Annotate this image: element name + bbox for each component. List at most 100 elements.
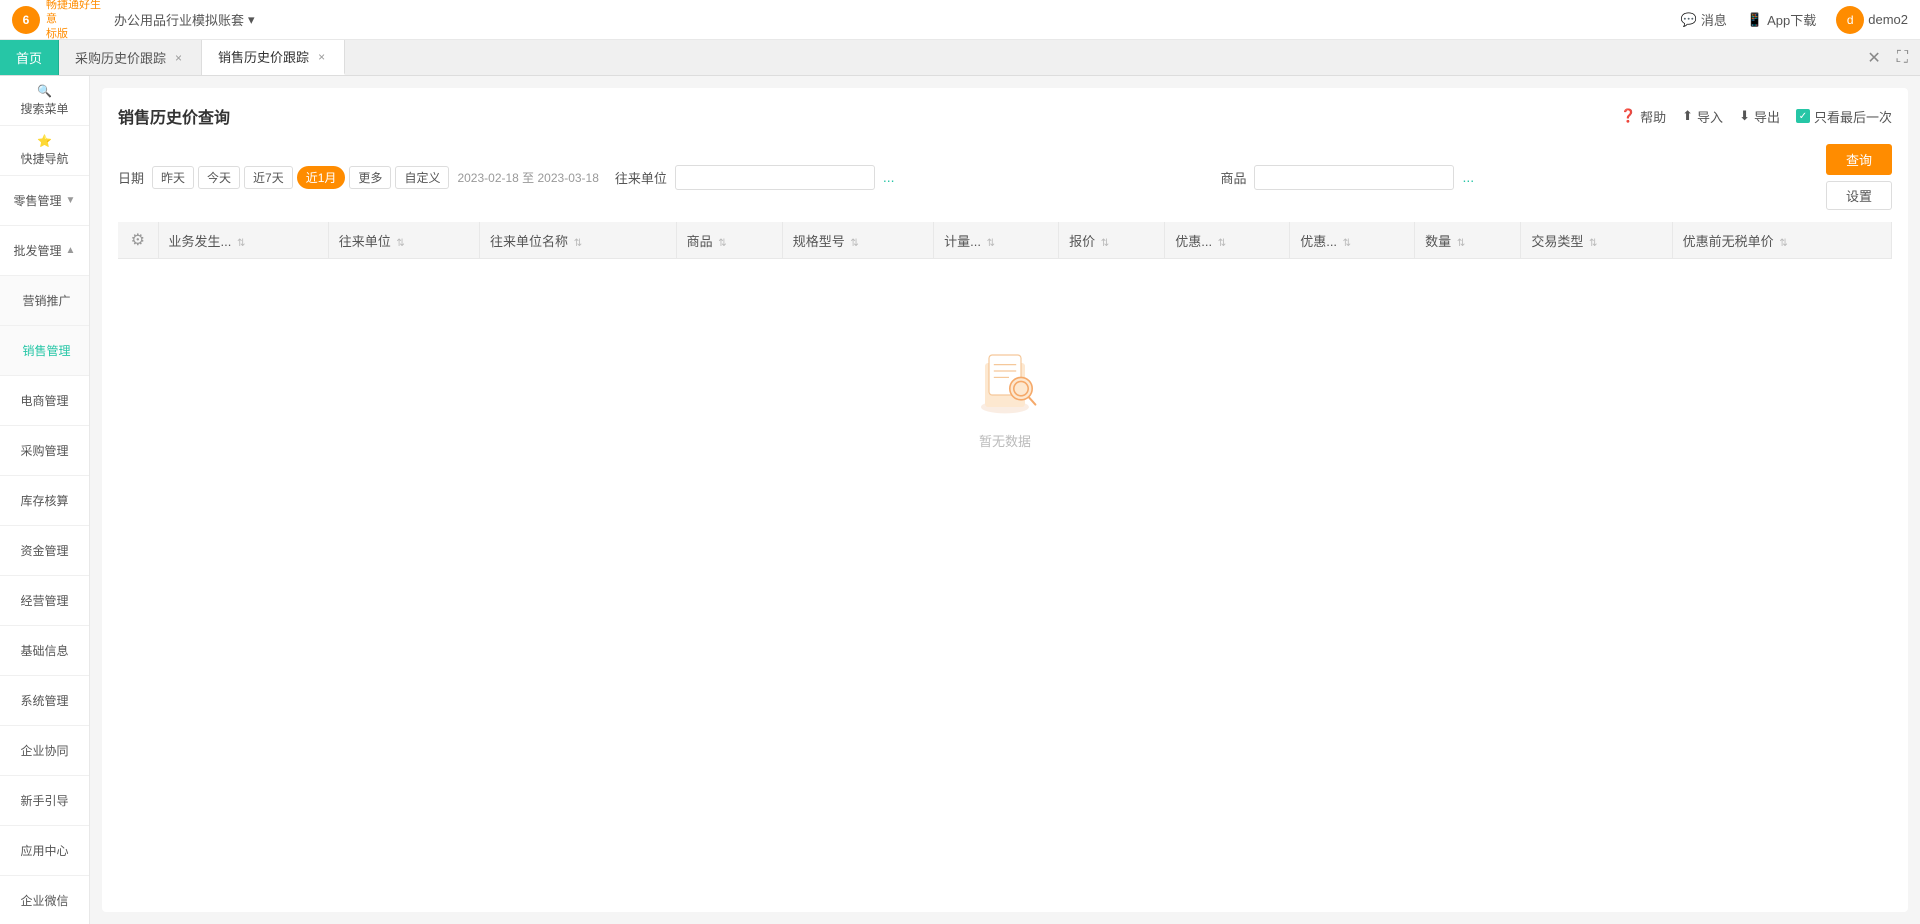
th-trade-type[interactable]: 交易类型 ⇅ xyxy=(1521,222,1672,259)
sort-icon: ⇅ xyxy=(1589,238,1597,249)
sort-icon: ⇅ xyxy=(237,238,245,249)
date-btn-custom[interactable]: 自定义 xyxy=(395,166,449,189)
customer-filter-group: 往来单位 ... xyxy=(615,165,1205,190)
logo-icon: 6 xyxy=(12,6,40,34)
th-biz-date[interactable]: 业务发生... ⇅ xyxy=(158,222,328,259)
th-pretax-price[interactable]: 优惠前无税单价 ⇅ xyxy=(1672,222,1891,259)
goods-input[interactable] xyxy=(1254,165,1454,190)
title-actions: ❓ 帮助 ⬆ 导入 ⬇ 导出 ✓ 只看最后一次 xyxy=(1620,107,1892,126)
date-range-text: 2023-02-18 至 2023-03-18 xyxy=(457,169,598,186)
sidebar: 🔍 搜索菜单 ⭐ 快捷导航 零售管理 ▼ 批发管理 ▲ 营销推广 销售管理 电商… xyxy=(0,76,90,924)
th-partner-name[interactable]: 往来单位名称 ⇅ xyxy=(480,222,677,259)
export-button[interactable]: ⬇ 导出 xyxy=(1739,107,1780,126)
sidebar-item-appstore[interactable]: 应用中心 xyxy=(0,826,89,876)
import-icon: ⬆ xyxy=(1682,108,1693,124)
filter-buttons: 查询 设置 xyxy=(1826,144,1892,210)
sidebar-item-search[interactable]: 🔍 搜索菜单 xyxy=(0,76,89,126)
sidebar-item-basic[interactable]: 基础信息 xyxy=(0,626,89,676)
sidebar-item-shortcut[interactable]: ⭐ 快捷导航 xyxy=(0,126,89,176)
user-menu[interactable]: d demo2 xyxy=(1836,6,1908,34)
customer-lookup-button[interactable]: ... xyxy=(883,169,895,185)
customer-label: 往来单位 xyxy=(615,168,667,187)
th-discount2[interactable]: 优惠... ⇅ xyxy=(1290,222,1415,259)
expand-button[interactable]: ⛶ xyxy=(1893,47,1912,69)
date-filter-group: 日期 昨天 今天 近7天 近1月 更多 自定义 2023-02-18 至 202… xyxy=(118,166,599,189)
app-download-button[interactable]: 📱 App下载 xyxy=(1747,10,1816,29)
sidebar-item-inventory[interactable]: 库存核算 xyxy=(0,476,89,526)
chevron-down-icon: ▼ xyxy=(66,195,76,206)
th-spec[interactable]: 规格型号 ⇅ xyxy=(782,222,933,259)
logo-area: 6 畅捷通好生意 标版 xyxy=(12,0,102,41)
sidebar-item-purchase[interactable]: 采购管理 xyxy=(0,426,89,476)
setting-button[interactable]: 设置 xyxy=(1826,181,1892,210)
goods-lookup-button[interactable]: ... xyxy=(1462,169,1474,185)
sidebar-item-wechat[interactable]: 企业微信 xyxy=(0,876,89,924)
chevron-up-icon: ▲ xyxy=(66,245,76,256)
message-button[interactable]: 💬 消息 xyxy=(1681,10,1727,29)
sort-icon: ⇅ xyxy=(1457,238,1465,249)
tab-sales[interactable]: 销售历史价跟踪 × xyxy=(202,40,345,75)
page-title: 销售历史价查询 xyxy=(118,104,230,128)
sidebar-item-retail[interactable]: 零售管理 ▼ xyxy=(0,176,89,226)
content-area: 销售历史价查询 ❓ 帮助 ⬆ 导入 ⬇ 导出 xyxy=(90,76,1920,924)
tab-home[interactable]: 首页 xyxy=(0,40,59,75)
logo-text: 畅捷通好生意 标版 xyxy=(46,0,102,41)
th-goods[interactable]: 商品 ⇅ xyxy=(676,222,782,259)
th-discount1[interactable]: 优惠... ⇅ xyxy=(1165,222,1290,259)
sort-icon: ⇅ xyxy=(987,238,995,249)
page-content: 销售历史价查询 ❓ 帮助 ⬆ 导入 ⬇ 导出 xyxy=(90,76,1920,924)
th-quoted-price[interactable]: 报价 ⇅ xyxy=(1059,222,1165,259)
export-icon: ⬇ xyxy=(1739,108,1750,124)
date-btn-yesterday[interactable]: 昨天 xyxy=(152,166,194,189)
goods-filter-group: 商品 ... xyxy=(1220,165,1810,190)
workspace-dropdown[interactable]: 办公用品行业模拟账套 ▾ xyxy=(102,10,1681,29)
tab-purchase[interactable]: 采购历史价跟踪 × xyxy=(59,40,202,75)
table-header: ⚙ 业务发生... ⇅ 往来单位 ⇅ 往来单位名称 xyxy=(118,222,1892,259)
date-options: 昨天 今天 近7天 近1月 更多 自定义 xyxy=(152,166,449,189)
tab-sales-close[interactable]: × xyxy=(315,49,328,65)
sort-icon: ⇅ xyxy=(850,238,858,249)
sidebar-item-ecommerce[interactable]: 电商管理 xyxy=(0,376,89,426)
sidebar-item-system[interactable]: 系统管理 xyxy=(0,676,89,726)
settings-icon[interactable]: ⚙ xyxy=(131,232,145,249)
empty-state-icon xyxy=(965,339,1045,419)
sidebar-item-wholesale[interactable]: 批发管理 ▲ xyxy=(0,226,89,276)
sidebar-item-enterprise[interactable]: 企业协同 xyxy=(0,726,89,776)
sort-icon: ⇅ xyxy=(1101,238,1109,249)
sidebar-item-sales-mgmt[interactable]: 销售管理 xyxy=(0,326,89,376)
header-right: 💬 消息 📱 App下载 d demo2 xyxy=(1681,6,1908,34)
empty-state: 暂无数据 xyxy=(118,259,1892,530)
only-last-checkbox[interactable]: ✓ xyxy=(1796,109,1810,123)
th-quantity[interactable]: 数量 ⇅ xyxy=(1415,222,1521,259)
avatar: d xyxy=(1836,6,1864,34)
customer-input[interactable] xyxy=(675,165,875,190)
query-button[interactable]: 查询 xyxy=(1826,144,1892,175)
sort-icon: ⇅ xyxy=(1343,238,1351,249)
close-all-tabs-button[interactable]: ✕ xyxy=(1863,46,1884,70)
sidebar-item-finance[interactable]: 资金管理 xyxy=(0,526,89,576)
app-icon: 📱 xyxy=(1747,12,1763,28)
tab-purchase-close[interactable]: × xyxy=(172,50,185,66)
sort-icon: ⇅ xyxy=(396,238,404,249)
chevron-down-icon: ▾ xyxy=(248,12,255,28)
date-btn-7days[interactable]: 近7天 xyxy=(244,166,293,189)
sort-icon: ⇅ xyxy=(718,238,726,249)
date-btn-1month[interactable]: 近1月 xyxy=(297,166,346,189)
th-unit[interactable]: 计量... ⇅ xyxy=(934,222,1059,259)
sidebar-item-marketing[interactable]: 营销推广 xyxy=(0,276,89,326)
tab-actions: ✕ ⛶ xyxy=(1863,40,1920,75)
date-btn-today[interactable]: 今天 xyxy=(198,166,240,189)
import-button[interactable]: ⬆ 导入 xyxy=(1682,107,1723,126)
sidebar-item-operation[interactable]: 经营管理 xyxy=(0,576,89,626)
th-partner-code[interactable]: 往来单位 ⇅ xyxy=(328,222,479,259)
help-icon: ❓ xyxy=(1620,108,1636,124)
date-btn-more[interactable]: 更多 xyxy=(349,166,391,189)
search-icon: 🔍 xyxy=(37,84,52,98)
help-button[interactable]: ❓ 帮助 xyxy=(1620,107,1666,126)
only-last-checkbox-label[interactable]: ✓ 只看最后一次 xyxy=(1796,107,1892,126)
sidebar-item-guide[interactable]: 新手引导 xyxy=(0,776,89,826)
goods-label: 商品 xyxy=(1220,168,1246,187)
th-settings[interactable]: ⚙ xyxy=(118,222,158,259)
message-icon: 💬 xyxy=(1681,12,1697,28)
data-table: ⚙ 业务发生... ⇅ 往来单位 ⇅ 往来单位名称 xyxy=(118,222,1892,259)
